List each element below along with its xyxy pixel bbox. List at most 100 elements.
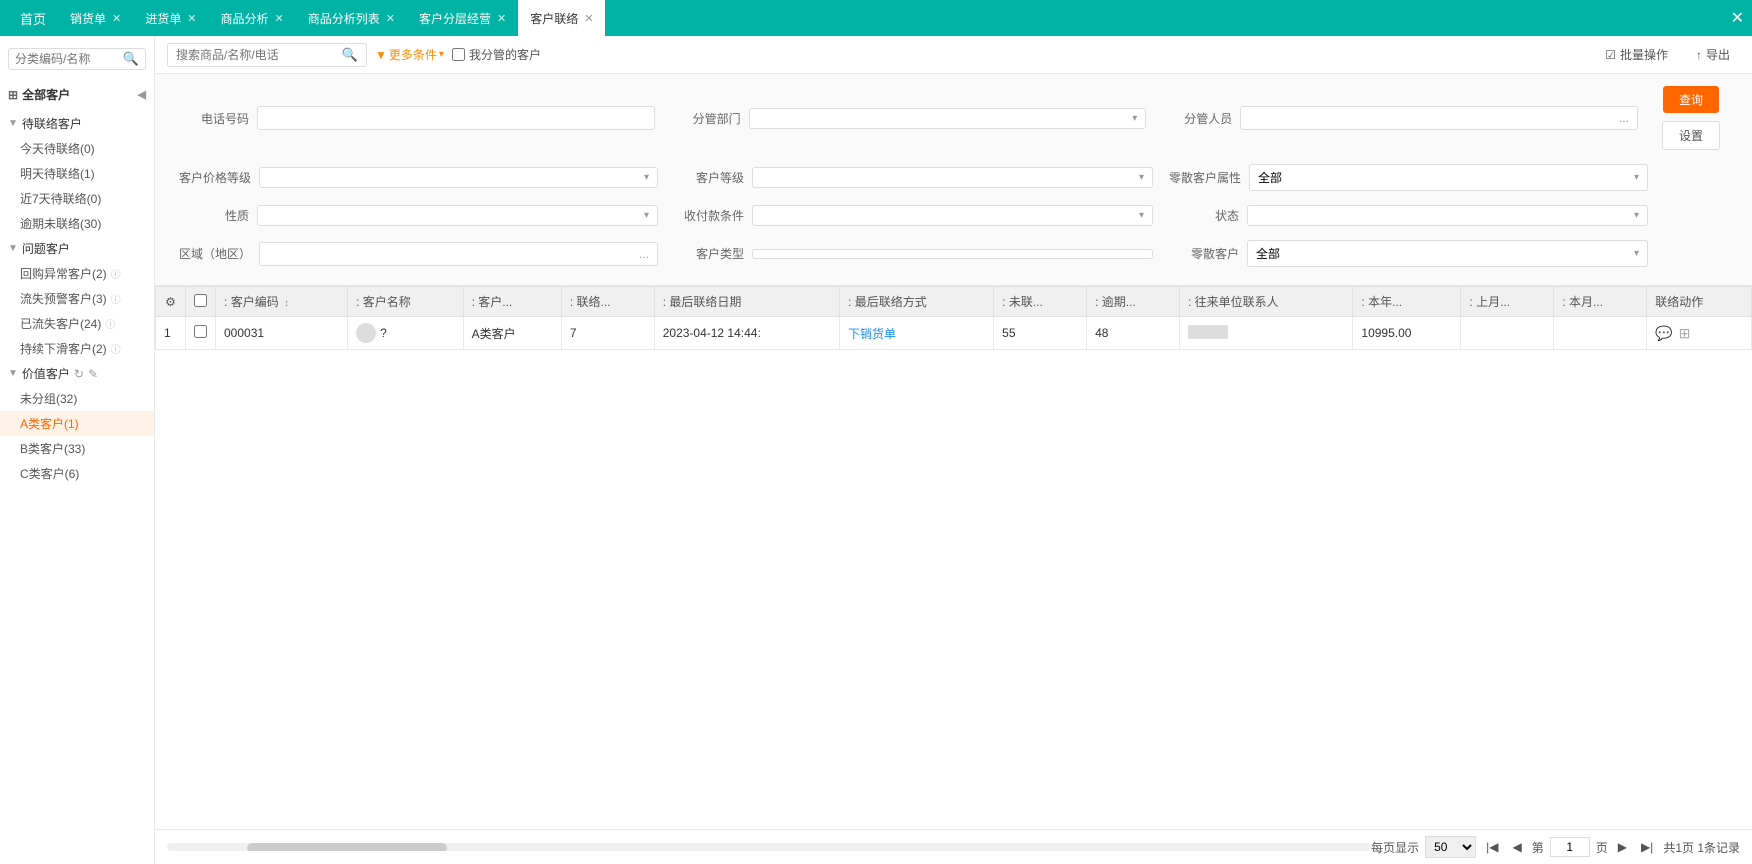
unit-contact-placeholder xyxy=(1188,325,1228,339)
row-last-month xyxy=(1461,317,1554,350)
sidebar-all-customers[interactable]: ⊞ 全部客户 ◀ xyxy=(0,82,154,107)
table-header-checkbox[interactable] xyxy=(186,287,216,317)
window-close-button[interactable]: ✕ xyxy=(1731,8,1744,28)
value-refresh-icon[interactable]: ↻ xyxy=(74,367,84,381)
table-select-all[interactable] xyxy=(194,294,207,307)
last-page-btn[interactable]: ▶| xyxy=(1637,838,1657,856)
close-tab-2[interactable]: ✕ xyxy=(275,12,284,25)
settings-button[interactable]: 设置 xyxy=(1662,121,1720,150)
main-layout: 🔍 ⊞ 全部客户 ◀ ▼ 待联络客户 今天待联络(0) 明天待联络(1) 近7天… xyxy=(0,36,1752,864)
chat-action-icon[interactable]: 💬 xyxy=(1655,325,1672,342)
toolbar-search-box[interactable]: 🔍 xyxy=(167,43,367,67)
nav-tab-5[interactable]: 客户联络 ✕ xyxy=(518,0,605,36)
price-level-arrow-icon: ▾ xyxy=(644,172,649,183)
filter-nature-select[interactable]: ▾ xyxy=(257,205,658,226)
first-page-btn[interactable]: |◀ xyxy=(1482,838,1502,856)
nav-tab-0[interactable]: 销货单 ✕ xyxy=(58,0,133,36)
close-tab-4[interactable]: ✕ xyxy=(497,12,506,25)
grid-icon: ⊞ xyxy=(8,88,18,102)
sidebar-value-group[interactable]: ▼ 价值客户 ↻ ✎ xyxy=(0,361,154,386)
filter-retail-attr-select[interactable]: 全部 ▾ xyxy=(1249,164,1648,191)
query-button[interactable]: 查询 xyxy=(1663,86,1719,113)
my-customers-check[interactable] xyxy=(452,48,465,61)
row-code[interactable]: 000031 xyxy=(216,317,348,350)
sidebar-search-box[interactable]: 🔍 xyxy=(8,48,146,70)
prev-page-btn[interactable]: ◀ xyxy=(1508,838,1525,856)
value-edit-icon[interactable]: ✎ xyxy=(88,367,98,381)
sidebar-item-overdue[interactable]: 逾期未联络(30) xyxy=(0,211,154,236)
export-btn[interactable]: ↑ 导出 xyxy=(1686,42,1740,67)
filter-payment-select[interactable]: ▾ xyxy=(752,205,1153,226)
table-header-last-month[interactable]: : 上月... xyxy=(1461,287,1554,317)
sidebar-item-unclassified[interactable]: 未分组(32) xyxy=(0,386,154,411)
last-method-link[interactable]: 下销货单 xyxy=(848,327,896,341)
sidebar-item-declining[interactable]: 持续下滑客户(2) ⓘ xyxy=(0,336,154,361)
filter-region-select[interactable]: ... xyxy=(259,242,658,266)
row-checkbox[interactable] xyxy=(194,325,207,338)
table-header-gear[interactable]: ⚙ xyxy=(156,287,186,317)
filter-more-btn[interactable]: ▼ 更多条件 ▾ xyxy=(375,46,444,63)
toolbar-search-input[interactable] xyxy=(176,48,342,62)
table-header-this-year[interactable]: : 本年... xyxy=(1353,287,1461,317)
sidebar-item-7days[interactable]: 近7天待联络(0) xyxy=(0,186,154,211)
batch-op-btn[interactable]: ☑ 批量操作 xyxy=(1595,42,1678,67)
table-header-contact[interactable]: : 联络... xyxy=(561,287,654,317)
table-header-unit-contact[interactable]: : 往来单位联系人 xyxy=(1179,287,1352,317)
horizontal-scrollbar[interactable] xyxy=(247,843,447,851)
problem-arrow-icon: ▼ xyxy=(8,243,18,254)
sidebar-pending-group[interactable]: ▼ 待联络客户 xyxy=(0,111,154,136)
table-header-code[interactable]: : 客户编码 ↕ xyxy=(216,287,348,317)
close-tab-5[interactable]: ✕ xyxy=(584,12,593,25)
filter-customer-type-select[interactable] xyxy=(752,249,1153,259)
my-customers-checkbox[interactable]: 我分管的客户 xyxy=(452,46,541,63)
nav-tab-3[interactable]: 商品分析列表 ✕ xyxy=(296,0,407,36)
table-header-this-month[interactable]: : 本月... xyxy=(1554,287,1647,317)
filter-dept-select[interactable]: ▾ xyxy=(749,108,1147,129)
sidebar-item-lost[interactable]: 已流失客户(24) ⓘ xyxy=(0,311,154,336)
page-number-input[interactable] xyxy=(1550,837,1590,857)
filter-customer-level-select[interactable]: ▾ xyxy=(752,167,1153,188)
nav-tab-4[interactable]: 客户分层经营 ✕ xyxy=(407,0,518,36)
filter-customer-level-label: 客户等级 xyxy=(674,169,744,186)
table-header-overdue[interactable]: : 逾期... xyxy=(1087,287,1180,317)
table-header-last-method[interactable]: : 最后联络方式 xyxy=(840,287,994,317)
nav-tab-2[interactable]: 商品分析 ✕ xyxy=(208,0,295,36)
toolbar-search-icon[interactable]: 🔍 xyxy=(342,47,358,63)
sidebar-search-input[interactable] xyxy=(15,52,123,66)
sidebar-item-a-class[interactable]: A类客户(1) xyxy=(0,411,154,436)
row-last-method[interactable]: 下销货单 xyxy=(840,317,994,350)
sidebar-search-icon[interactable]: 🔍 xyxy=(123,51,139,67)
row-checkbox-cell[interactable] xyxy=(186,317,216,350)
close-tab-0[interactable]: ✕ xyxy=(112,12,121,25)
person-dots-icon: ... xyxy=(1619,111,1629,125)
next-page-btn[interactable]: ▶ xyxy=(1614,838,1631,856)
filter-retail-customer-select[interactable]: 全部 ▾ xyxy=(1247,240,1648,267)
close-tab-1[interactable]: ✕ xyxy=(187,12,196,25)
filter-person-cell: 分管人员 ... xyxy=(1154,102,1646,134)
sidebar-item-b-class[interactable]: B类客户(33) xyxy=(0,436,154,461)
filter-person-select[interactable]: ... xyxy=(1240,106,1638,130)
code-sort-icon: ↕ xyxy=(284,298,289,309)
sidebar-item-tomorrow[interactable]: 明天待联络(1) xyxy=(0,161,154,186)
filter-retail-attr-label: 零散客户属性 xyxy=(1169,169,1241,186)
filter-payment-cell: 收付款条件 ▾ xyxy=(666,201,1161,230)
sidebar-item-abnormal[interactable]: 回购异常客户(2) ⓘ xyxy=(0,261,154,286)
close-tab-3[interactable]: ✕ xyxy=(386,12,395,25)
table-header-no-contact[interactable]: : 未联... xyxy=(994,287,1087,317)
filter-customer-type-cell: 客户类型 xyxy=(666,241,1161,266)
nav-tab-1[interactable]: 进货单 ✕ xyxy=(133,0,208,36)
filter-price-level-select[interactable]: ▾ xyxy=(259,167,658,188)
filter-status-select[interactable]: ▾ xyxy=(1247,205,1648,226)
table-header-last-date[interactable]: : 最后联络日期 xyxy=(654,287,839,317)
grid-action-icon[interactable]: ⊞ xyxy=(1679,325,1691,342)
sidebar-item-c-class[interactable]: C类客户(6) xyxy=(0,461,154,486)
table-header-name[interactable]: : 客户名称 xyxy=(348,287,463,317)
per-page-select[interactable]: 50 100 200 xyxy=(1425,836,1476,858)
nav-home[interactable]: 首页 xyxy=(8,0,58,36)
sidebar-collapse-btn[interactable]: ◀ xyxy=(138,88,146,101)
sidebar-item-warning[interactable]: 流失预警客户(3) ⓘ xyxy=(0,286,154,311)
sidebar-problem-group[interactable]: ▼ 问题客户 xyxy=(0,236,154,261)
filter-phone-input[interactable] xyxy=(257,106,655,130)
table-header-type[interactable]: : 客户... xyxy=(463,287,561,317)
sidebar-item-today[interactable]: 今天待联络(0) xyxy=(0,136,154,161)
